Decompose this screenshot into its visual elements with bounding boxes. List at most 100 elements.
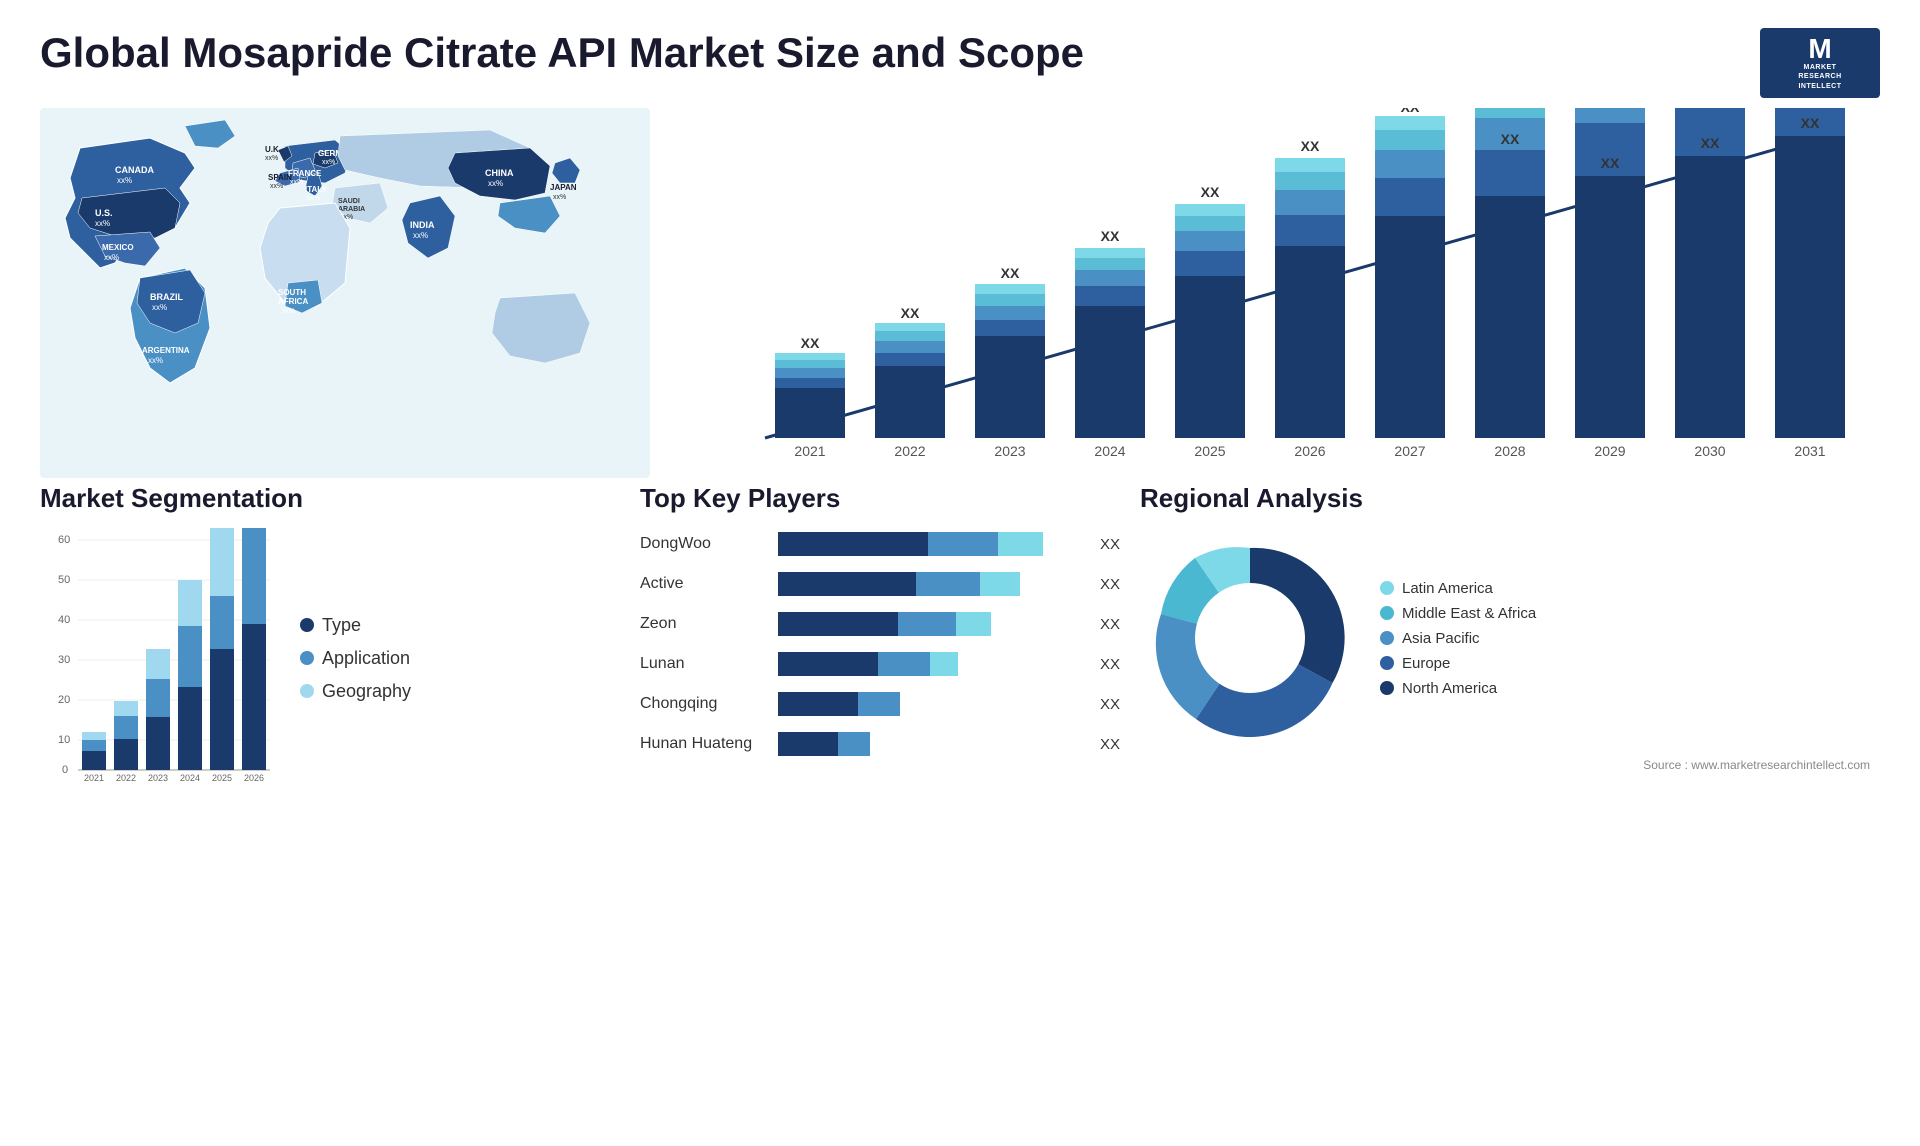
player-name-zeon: Zeon	[640, 615, 770, 633]
legend-geography: Geography	[300, 681, 411, 702]
svg-text:XX: XX	[1301, 138, 1320, 154]
player-row-chongqing: Chongqing XX	[640, 688, 1120, 720]
svg-text:20: 20	[58, 694, 70, 706]
latin-dot	[1380, 581, 1394, 595]
player-bar-dongwoo	[778, 528, 1087, 560]
players-section: Top Key Players DongWoo XX Active	[640, 483, 1120, 788]
svg-text:2021: 2021	[794, 443, 825, 459]
logo-area: M MARKETRESEARCHINTELLECT	[1760, 28, 1880, 98]
svg-text:30: 30	[58, 654, 70, 666]
svg-text:2026: 2026	[1294, 443, 1325, 459]
player-value-zeon: XX	[1100, 616, 1120, 633]
na-label: North America	[1402, 680, 1497, 697]
segmentation-legend: Type Application Geography	[300, 615, 411, 702]
reg-item-mea: Middle East & Africa	[1380, 605, 1536, 622]
svg-text:JAPAN: JAPAN	[550, 183, 577, 192]
svg-text:MEXICO: MEXICO	[102, 243, 134, 252]
svg-text:xx%: xx%	[104, 253, 119, 262]
svg-text:AFRICA: AFRICA	[278, 297, 308, 306]
mea-dot	[1380, 606, 1394, 620]
donut-chart	[1140, 528, 1360, 748]
player-value-active: XX	[1100, 576, 1120, 593]
svg-text:xx%: xx%	[307, 195, 320, 202]
svg-text:XX: XX	[1201, 184, 1220, 200]
svg-text:2025: 2025	[1194, 443, 1225, 459]
geography-dot	[300, 684, 314, 698]
svg-text:2029: 2029	[1594, 443, 1625, 459]
svg-text:2025: 2025	[212, 773, 232, 783]
logo-text: MARKETRESEARCHINTELLECT	[1798, 63, 1841, 90]
svg-text:2021: 2021	[84, 773, 104, 783]
player-name-hunan: Hunan Huateng	[640, 735, 770, 753]
segmentation-chart: 60 50 40 30 20 10 0	[40, 528, 280, 788]
svg-text:BRAZIL: BRAZIL	[150, 292, 183, 302]
regional-section: Regional Analysis	[1140, 483, 1880, 788]
svg-text:xx%: xx%	[413, 231, 428, 240]
regional-area: Latin America Middle East & Africa Asia …	[1140, 528, 1880, 748]
svg-text:xx%: xx%	[488, 179, 503, 188]
svg-text:XX: XX	[1801, 115, 1820, 131]
svg-text:2028: 2028	[1494, 443, 1525, 459]
svg-text:xx%: xx%	[95, 219, 110, 228]
reg-item-apac: Asia Pacific	[1380, 630, 1536, 647]
svg-text:2022: 2022	[894, 443, 925, 459]
na-dot	[1380, 681, 1394, 695]
svg-text:CANADA: CANADA	[115, 165, 154, 175]
player-value-lunan: XX	[1100, 656, 1120, 673]
mea-label: Middle East & Africa	[1402, 605, 1536, 622]
player-name-dongwoo: DongWoo	[640, 535, 770, 553]
player-bar-zeon	[778, 608, 1087, 640]
regional-legend: Latin America Middle East & Africa Asia …	[1380, 580, 1536, 697]
svg-text:SAUDI: SAUDI	[338, 198, 360, 205]
logo-box: M MARKETRESEARCHINTELLECT	[1760, 28, 1880, 98]
source-text: Source : www.marketresearchintellect.com	[1140, 758, 1880, 772]
svg-text:ITALY: ITALY	[305, 185, 327, 194]
svg-text:xx%: xx%	[152, 303, 167, 312]
page-title: Global Mosapride Citrate API Market Size…	[40, 28, 1084, 78]
europe-label: Europe	[1402, 655, 1450, 672]
svg-text:XX: XX	[1001, 265, 1020, 281]
application-label: Application	[322, 648, 410, 669]
svg-text:2023: 2023	[148, 773, 168, 783]
player-row-lunan: Lunan XX	[640, 648, 1120, 680]
svg-text:2031: 2031	[1794, 443, 1825, 459]
main-bar-chart-section: XX 2021 XX 2022 XX 2023 XX 20	[680, 108, 1880, 493]
svg-text:U.K.: U.K.	[265, 145, 281, 154]
player-bar-chongqing	[778, 688, 1087, 720]
player-value-dongwoo: XX	[1100, 536, 1120, 553]
reg-item-europe: Europe	[1380, 655, 1536, 672]
page-header: Global Mosapride Citrate API Market Size…	[0, 0, 1920, 108]
player-name-active: Active	[640, 575, 770, 593]
type-label: Type	[322, 615, 361, 636]
regional-title: Regional Analysis	[1140, 483, 1880, 514]
player-row-zeon: Zeon XX	[640, 608, 1120, 640]
segmentation-section: Market Segmentation 60 50 40 30 20 10 0	[40, 483, 620, 788]
player-value-chongqing: XX	[1100, 696, 1120, 713]
svg-text:2024: 2024	[180, 773, 200, 783]
application-dot	[300, 651, 314, 665]
player-row-hunan: Hunan Huateng XX	[640, 728, 1120, 760]
svg-text:xx%: xx%	[117, 176, 132, 185]
type-dot	[300, 618, 314, 632]
svg-text:xx%: xx%	[270, 183, 283, 190]
svg-text:xx%: xx%	[265, 155, 278, 162]
svg-text:XX: XX	[1101, 228, 1120, 244]
main-bar-chart: XX 2021 XX 2022 XX 2023 XX 20	[700, 108, 1880, 488]
segmentation-title: Market Segmentation	[40, 483, 620, 514]
reg-item-latin: Latin America	[1380, 580, 1536, 597]
player-row-dongwoo: DongWoo XX	[640, 528, 1120, 560]
world-map-svg: CANADA xx% U.S. xx% MEXICO xx% BRAZIL xx…	[40, 108, 650, 478]
apac-label: Asia Pacific	[1402, 630, 1480, 647]
svg-text:XX: XX	[1401, 108, 1420, 115]
europe-dot	[1380, 656, 1394, 670]
svg-text:2024: 2024	[1094, 443, 1125, 459]
geography-label: Geography	[322, 681, 411, 702]
svg-text:xx%: xx%	[290, 179, 303, 186]
map-section: CANADA xx% U.S. xx% MEXICO xx% BRAZIL xx…	[40, 108, 680, 493]
latin-label: Latin America	[1402, 580, 1493, 597]
legend-application: Application	[300, 648, 411, 669]
svg-text:XX: XX	[901, 305, 920, 321]
players-list: DongWoo XX Active	[640, 528, 1120, 760]
legend-type: Type	[300, 615, 411, 636]
reg-item-na: North America	[1380, 680, 1536, 697]
